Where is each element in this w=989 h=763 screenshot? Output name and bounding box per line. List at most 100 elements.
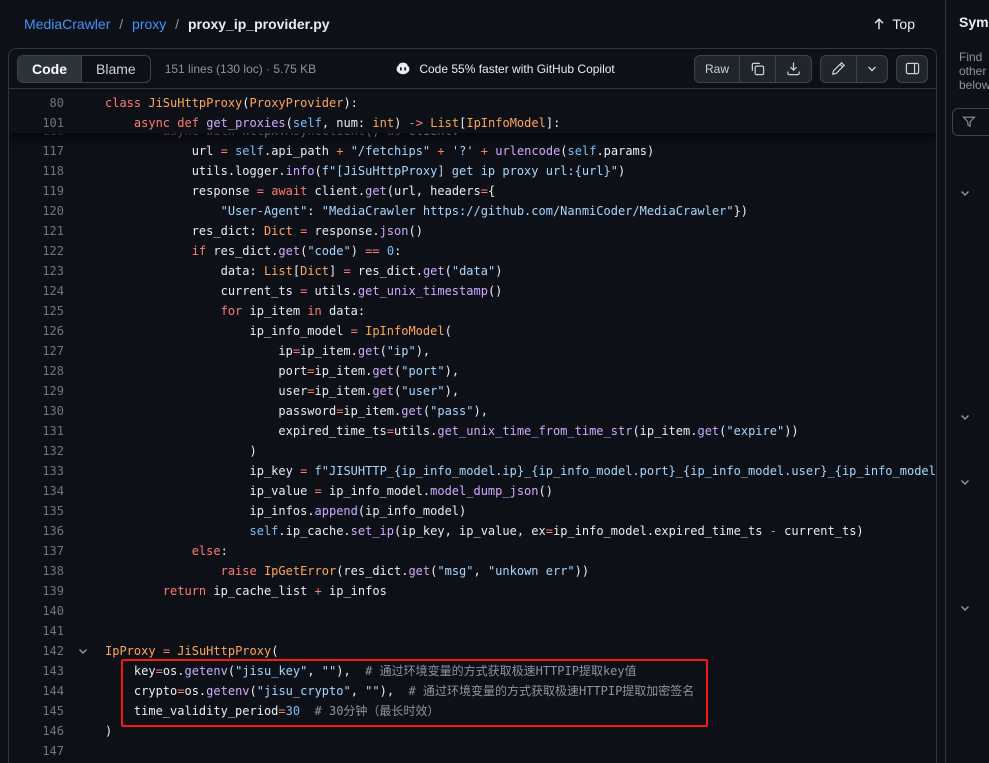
line-number[interactable]: 133 <box>9 461 64 481</box>
edit-options-button[interactable] <box>857 56 887 82</box>
line-number[interactable]: 145 <box>9 701 64 721</box>
line-number[interactable]: 125 <box>9 301 64 321</box>
code-gutter <box>64 221 105 241</box>
code-line: 142 IpProxy = JiSuHttpProxy( <box>9 641 936 661</box>
code-text: ip_info_model = IpInfoModel( <box>105 321 936 341</box>
code-line: 146) <box>9 721 936 741</box>
collapse-chevron-icon[interactable] <box>77 645 89 657</box>
line-number[interactable]: 132 <box>9 441 64 461</box>
breadcrumb-repo-link[interactable]: MediaCrawler <box>24 16 110 32</box>
code-line: 80 class JiSuHttpProxy(ProxyProvider): <box>9 93 936 113</box>
line-number[interactable]: 147 <box>9 741 64 761</box>
line-number[interactable]: 122 <box>9 241 64 261</box>
code-gutter <box>64 421 105 441</box>
line-number[interactable]: 136 <box>9 521 64 541</box>
line-number[interactable]: 135 <box>9 501 64 521</box>
code-text: utils.logger.info(f"[JiSuHttpProxy] get … <box>105 161 936 181</box>
breadcrumb-file-name: proxy_ip_provider.py <box>188 16 330 32</box>
line-number[interactable]: 128 <box>9 361 64 381</box>
line-number[interactable]: 141 <box>9 621 64 641</box>
code-line: 123 data: List[Dict] = res_dict.get("dat… <box>9 261 936 281</box>
line-number[interactable]: 80 <box>9 93 64 113</box>
symbol-expand-chevron-icon[interactable] <box>959 410 971 428</box>
symbols-filter-input[interactable] <box>952 108 989 136</box>
pencil-icon <box>831 61 846 76</box>
line-number[interactable]: 126 <box>9 321 64 341</box>
line-number[interactable]: 117 <box>9 141 64 161</box>
symbols-panel-description: Find other below <box>959 50 989 92</box>
line-number[interactable]: 139 <box>9 581 64 601</box>
line-number[interactable]: 101 <box>9 113 64 133</box>
code-text: ip_infos.append(ip_info_model) <box>105 501 936 521</box>
line-number[interactable]: 121 <box>9 221 64 241</box>
code-text: time_validity_period=30 # 30分钟（最长时效） <box>105 701 936 721</box>
symbols-desc-line: below <box>959 78 989 92</box>
copilot-banner[interactable]: Code 55% faster with GitHub Copilot <box>395 61 614 77</box>
code-gutter <box>64 561 105 581</box>
line-number[interactable]: 140 <box>9 601 64 621</box>
line-number[interactable]: 123 <box>9 261 64 281</box>
code-line: 141 <box>9 621 936 641</box>
scroll-to-top-label: Top <box>892 16 915 32</box>
symbol-expand-chevron-icon[interactable] <box>959 186 971 204</box>
line-number[interactable]: 131 <box>9 421 64 441</box>
code-line: 128 port=ip_item.get("port"), <box>9 361 936 381</box>
code-line: 129 user=ip_item.get("user"), <box>9 381 936 401</box>
code-text: else: <box>105 541 936 561</box>
symbol-expand-chevron-icon[interactable] <box>959 475 971 493</box>
code-text: raise IpGetError(res_dict.get("msg", "un… <box>105 561 936 581</box>
line-number[interactable]: 142 <box>9 641 64 661</box>
code-text: ) <box>105 441 936 461</box>
line-number[interactable]: 144 <box>9 681 64 701</box>
symbols-desc-line: other <box>959 64 989 78</box>
line-number[interactable]: 146 <box>9 721 64 741</box>
symbols-panel-toggle-button[interactable] <box>896 55 928 83</box>
code-gutter <box>64 741 105 761</box>
line-number[interactable]: 137 <box>9 541 64 561</box>
line-number[interactable]: 120 <box>9 201 64 221</box>
line-number[interactable]: 138 <box>9 561 64 581</box>
download-button[interactable] <box>776 56 811 82</box>
code-line: 144 crypto=os.getenv("jisu_crypto", ""),… <box>9 681 936 701</box>
code-text <box>105 741 936 761</box>
tab-blame[interactable]: Blame <box>82 56 150 82</box>
code-gutter <box>64 241 105 261</box>
line-number[interactable]: 134 <box>9 481 64 501</box>
code-text: class JiSuHttpProxy(ProxyProvider): <box>105 93 936 113</box>
symbols-panel-title: Sym <box>959 14 989 30</box>
code-gutter <box>64 113 105 133</box>
line-number[interactable]: 130 <box>9 401 64 421</box>
line-number[interactable]: 127 <box>9 341 64 361</box>
line-number[interactable]: 124 <box>9 281 64 301</box>
scroll-to-top-button[interactable]: Top <box>872 16 915 32</box>
symbol-expand-chevron-icon[interactable] <box>959 601 971 619</box>
chevron-down-icon <box>867 64 877 74</box>
code-gutter <box>64 341 105 361</box>
code-gutter <box>64 621 105 641</box>
code-gutter <box>64 441 105 461</box>
code-gutter <box>64 281 105 301</box>
code-text: response = await client.get(url, headers… <box>105 181 936 201</box>
code-gutter <box>64 721 105 741</box>
symbols-panel: Sym Find other below <box>945 0 989 763</box>
tab-code[interactable]: Code <box>18 56 82 82</box>
copy-button[interactable] <box>740 56 776 82</box>
line-number[interactable]: 129 <box>9 381 64 401</box>
line-number[interactable]: 143 <box>9 661 64 681</box>
file-actions: Raw <box>694 55 928 83</box>
edit-button[interactable] <box>821 56 857 82</box>
code-gutter <box>64 681 105 701</box>
code-line: 140 <box>9 601 936 621</box>
breadcrumb-folder-link[interactable]: proxy <box>132 16 166 32</box>
code-text: port=ip_item.get("port"), <box>105 361 936 381</box>
line-number[interactable]: 118 <box>9 161 64 181</box>
code-gutter <box>64 381 105 401</box>
code-text: current_ts = utils.get_unix_timestamp() <box>105 281 936 301</box>
code-line: 135 ip_infos.append(ip_info_model) <box>9 501 936 521</box>
code-text: data: List[Dict] = res_dict.get("data") <box>105 261 936 281</box>
code-text: IpProxy = JiSuHttpProxy( <box>105 641 936 661</box>
raw-button[interactable]: Raw <box>695 56 740 82</box>
code-line: 145 time_validity_period=30 # 30分钟（最长时效） <box>9 701 936 721</box>
line-number[interactable]: 119 <box>9 181 64 201</box>
raw-copy-download-group: Raw <box>694 55 812 83</box>
